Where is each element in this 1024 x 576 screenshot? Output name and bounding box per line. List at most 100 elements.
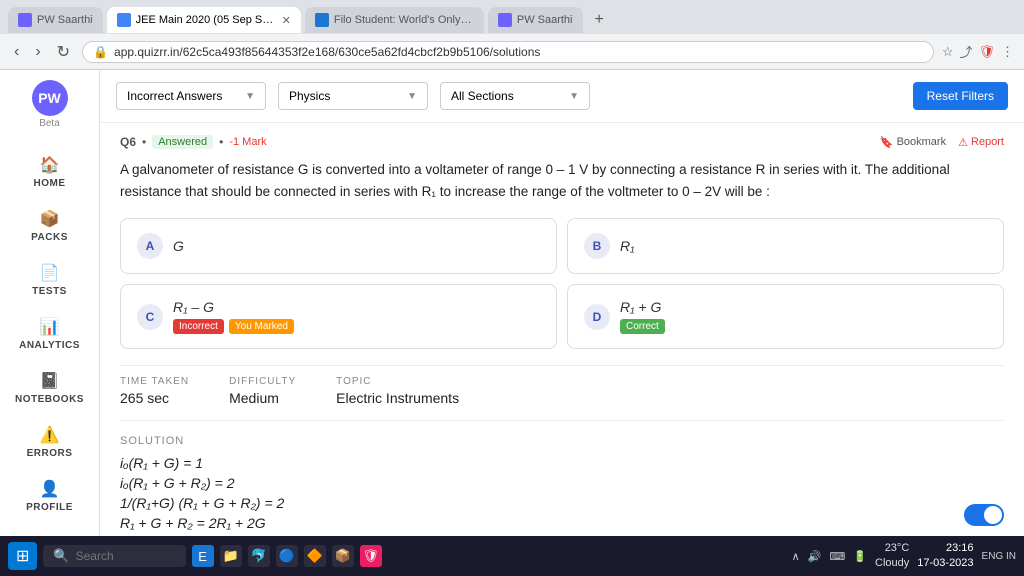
report-label: Report bbox=[971, 136, 1004, 148]
reset-filters-button[interactable]: Reset Filters bbox=[913, 82, 1008, 110]
new-tab-button[interactable]: + bbox=[587, 7, 612, 33]
logo-beta-label: Beta bbox=[39, 118, 60, 129]
toggle-knob bbox=[984, 506, 1002, 524]
correct-badge: Correct bbox=[620, 319, 665, 334]
toggle-switch[interactable] bbox=[964, 504, 1004, 526]
shield-icon[interactable]: 🛡 bbox=[978, 44, 995, 60]
option-c-badges: Incorrect You Marked bbox=[173, 319, 294, 334]
option-d-text: R₁ + G bbox=[620, 299, 665, 315]
tab-label: PW Saarthi bbox=[37, 14, 93, 26]
close-icon[interactable]: ✕ bbox=[282, 14, 291, 27]
taskbar-app5-icon[interactable]: 🛡 bbox=[360, 545, 382, 567]
sidebar-item-packs[interactable]: 📦 PACKS bbox=[0, 199, 99, 253]
taskbar-lang[interactable]: ENG IN bbox=[982, 550, 1016, 563]
back-button[interactable]: ‹ bbox=[10, 41, 23, 63]
tab-jee-main[interactable]: JEE Main 2020 (05 Sep Shift 1) - C ✕ bbox=[107, 7, 301, 33]
filter-physics[interactable]: Physics ▼ bbox=[278, 82, 428, 110]
taskbar-right: ∧ 🔊 ⌨ 🔋 23°C Cloudy 23:16 17-03-2023 ENG… bbox=[792, 541, 1016, 572]
topic-label: TOPIC bbox=[336, 376, 459, 387]
logo-icon: PW bbox=[32, 80, 68, 116]
bookmark-label: Bookmark bbox=[897, 136, 947, 148]
bookmark-icon: 🔖 bbox=[880, 136, 894, 149]
taskbar-app2-icon[interactable]: 🔵 bbox=[276, 545, 298, 567]
menu-icon[interactable]: ⋮ bbox=[1001, 44, 1014, 60]
option-a[interactable]: A G bbox=[120, 218, 557, 274]
tab-icon bbox=[18, 13, 32, 27]
tab-pw-saarthi-2[interactable]: PW Saarthi bbox=[488, 7, 583, 33]
taskbar-speaker-icon[interactable]: 🔊 bbox=[808, 550, 822, 563]
bookmark-button[interactable]: 🔖 Bookmark bbox=[880, 136, 946, 149]
address-text: app.quizrr.in/62c5ca493f85644353f2e168/6… bbox=[114, 45, 923, 59]
question-meta-left: Q6 • Answered • -1 Mark bbox=[120, 135, 267, 149]
taskbar-left: ⊞ 🔍 E 📁 🐬 🔵 🔶 📦 🛡 bbox=[8, 542, 382, 570]
taskbar-app1-icon[interactable]: 🐬 bbox=[248, 545, 270, 567]
lock-icon: 🔒 bbox=[93, 45, 108, 59]
sidebar-item-tests[interactable]: 📄 TESTS bbox=[0, 253, 99, 307]
nav-bar: ‹ › ↻ 🔒 app.quizrr.in/62c5ca493f85644353… bbox=[0, 34, 1024, 70]
option-c-text: R₁ – G bbox=[173, 299, 294, 315]
reload-button[interactable]: ↻ bbox=[53, 40, 74, 64]
start-button[interactable]: ⊞ bbox=[8, 542, 37, 570]
difficulty-label: DIFFICULTY bbox=[229, 376, 296, 387]
sidebar-item-errors[interactable]: ⚠️ ERRORS bbox=[0, 415, 99, 469]
option-d[interactable]: D R₁ + G Correct bbox=[567, 284, 1004, 349]
tab-pw-saarthi-1[interactable]: PW Saarthi bbox=[8, 7, 103, 33]
filter-all-sections[interactable]: All Sections ▼ bbox=[440, 82, 590, 110]
sidebar-item-home[interactable]: 🏠 HOME bbox=[0, 145, 99, 199]
option-c[interactable]: C R₁ – G Incorrect You Marked bbox=[120, 284, 557, 349]
taskbar-search[interactable]: 🔍 bbox=[43, 545, 185, 567]
search-input[interactable] bbox=[76, 549, 176, 563]
sidebar-item-profile[interactable]: 👤 PROFILE bbox=[0, 469, 99, 523]
weather-temp: 23°C bbox=[875, 541, 909, 556]
packs-icon: 📦 bbox=[40, 209, 60, 229]
tab-icon bbox=[498, 13, 512, 27]
chevron-down-icon: ▼ bbox=[569, 91, 579, 102]
question-text: A galvanometer of resistance G is conver… bbox=[120, 159, 1004, 202]
option-b[interactable]: B R₁ bbox=[567, 218, 1004, 274]
filter-incorrect-answers[interactable]: Incorrect Answers ▼ bbox=[116, 82, 266, 110]
taskbar-expand-icon[interactable]: ∧ bbox=[792, 550, 800, 563]
sidebar-packs-label: PACKS bbox=[31, 232, 68, 243]
errors-icon: ⚠️ bbox=[40, 425, 60, 445]
stat-topic: TOPIC Electric Instruments bbox=[336, 376, 459, 406]
taskbar-keyboard-icon[interactable]: ⌨ bbox=[829, 550, 845, 563]
question-area: Q6 • Answered • -1 Mark 🔖 Bookmark ⚠ Rep… bbox=[100, 123, 1024, 576]
sidebar-notebooks-label: NOTEBOOKS bbox=[15, 394, 84, 405]
answered-badge: Answered bbox=[152, 135, 213, 149]
filter-bar: Incorrect Answers ▼ Physics ▼ All Sectio… bbox=[100, 70, 1024, 123]
tab-filo[interactable]: Filo Student: World's Only Live Instan..… bbox=[305, 7, 484, 33]
question-meta: Q6 • Answered • -1 Mark 🔖 Bookmark ⚠ Rep… bbox=[120, 135, 1004, 149]
sidebar-item-analytics[interactable]: 📊 ANALYTICS bbox=[0, 307, 99, 361]
incorrect-badge: Incorrect bbox=[173, 319, 224, 334]
taskbar-explorer-icon[interactable]: 📁 bbox=[220, 545, 242, 567]
sidebar: PW Beta 🏠 HOME 📦 PACKS 📄 TESTS 📊 ANALYTI… bbox=[0, 70, 100, 576]
taskbar-time[interactable]: 23:16 17-03-2023 bbox=[917, 541, 973, 572]
sidebar-item-notebooks[interactable]: 📓 NOTEBOOKS bbox=[0, 361, 99, 415]
tests-icon: 📄 bbox=[40, 263, 60, 283]
solution-line-2: iₒ(R₁ + G + R₂) = 2 bbox=[120, 475, 1004, 491]
tab-bar: PW Saarthi JEE Main 2020 (05 Sep Shift 1… bbox=[0, 0, 1024, 34]
address-bar[interactable]: 🔒 app.quizrr.in/62c5ca493f85644353f2e168… bbox=[82, 41, 934, 63]
report-button[interactable]: ⚠ Report bbox=[958, 136, 1004, 149]
main-content: Incorrect Answers ▼ Physics ▼ All Sectio… bbox=[100, 70, 1024, 576]
forward-button[interactable]: › bbox=[31, 41, 44, 63]
stat-difficulty: DIFFICULTY Medium bbox=[229, 376, 296, 406]
filter-physics-label: Physics bbox=[289, 89, 330, 103]
search-icon: 🔍 bbox=[53, 548, 69, 564]
share-icon[interactable]: ⤴ bbox=[959, 42, 972, 61]
option-b-inner: R₁ bbox=[620, 238, 635, 254]
taskbar-browser-icon[interactable]: E bbox=[192, 545, 214, 567]
taskbar-app4-icon[interactable]: 📦 bbox=[332, 545, 354, 567]
sidebar-tests-label: TESTS bbox=[32, 286, 67, 297]
bookmark-star-icon[interactable]: ☆ bbox=[942, 44, 954, 60]
home-icon: 🏠 bbox=[40, 155, 60, 175]
analytics-icon: 📊 bbox=[40, 317, 60, 337]
date-display: 17-03-2023 bbox=[917, 556, 973, 571]
chevron-down-icon: ▼ bbox=[245, 91, 255, 102]
tab-label: PW Saarthi bbox=[517, 14, 573, 26]
taskbar-battery-icon: 🔋 bbox=[853, 550, 867, 563]
stat-time-taken: TIME TAKEN 265 sec bbox=[120, 376, 189, 406]
profile-icon: 👤 bbox=[40, 479, 60, 499]
tab-label: Filo Student: World's Only Live Instan..… bbox=[334, 14, 474, 26]
taskbar-app3-icon[interactable]: 🔶 bbox=[304, 545, 326, 567]
